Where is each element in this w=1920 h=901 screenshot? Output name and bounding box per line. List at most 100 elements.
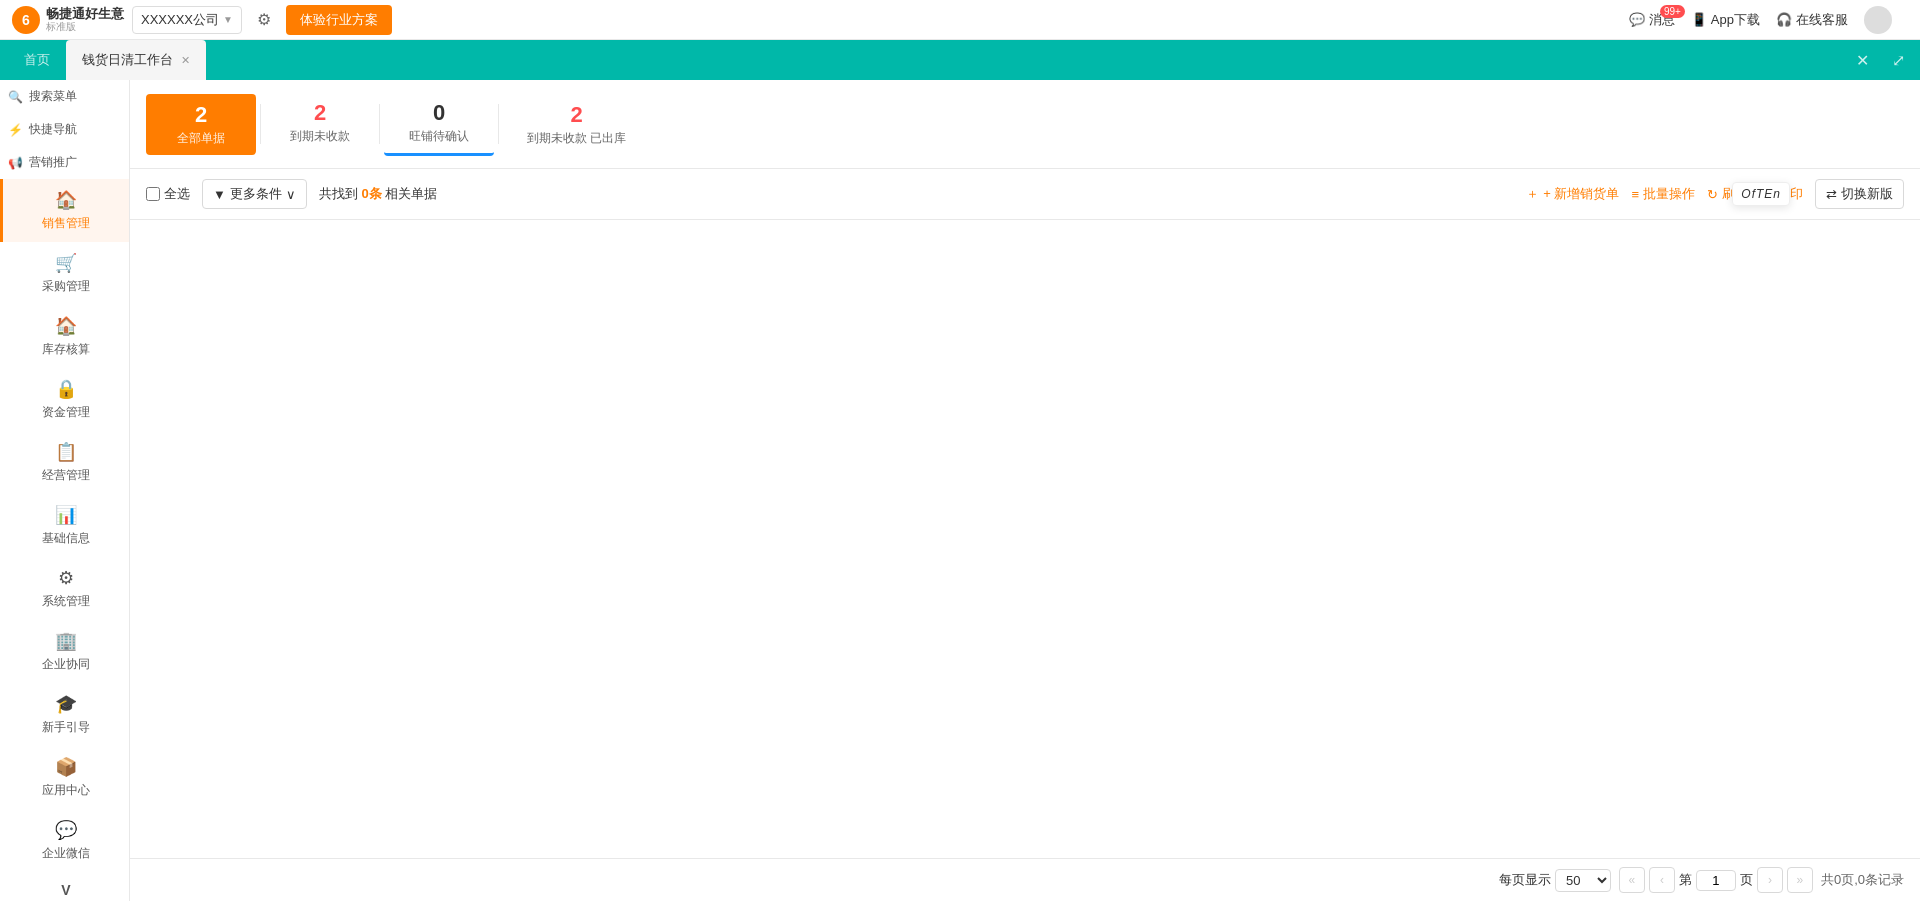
add-sales-order-button[interactable]: ＋ + 新增销货单 — [1526, 185, 1619, 203]
page-suffix: 页 — [1740, 871, 1753, 889]
filter-label: 更多条件 — [230, 185, 282, 203]
guide-label: 新手引导 — [42, 719, 90, 736]
logo-icon: 6 — [12, 6, 40, 34]
stat-label-overdue: 到期未收款 — [290, 128, 350, 145]
sidebar-item-stock[interactable]: 🏠 库存核算 — [0, 305, 129, 368]
last-page-button[interactable]: » — [1787, 867, 1813, 893]
app-title: 畅捷通好生意 — [46, 6, 124, 22]
page-label: 第 — [1679, 871, 1692, 889]
sidebar-item-system[interactable]: ⚙ 系统管理 — [0, 557, 129, 620]
top-bar: 6 畅捷通好生意 标准版 XXXXXX公司 ▼ ⚙ 体验行业方案 💬 消息 99… — [0, 0, 1920, 40]
stock-icon: 🏠 — [55, 315, 77, 337]
stat-divider-2 — [379, 104, 380, 144]
coop-icon: 🏢 — [55, 630, 77, 652]
batch-operation-button[interactable]: ≡ 批量操作 — [1631, 185, 1695, 203]
top-bar-left: 6 畅捷通好生意 标准版 XXXXXX公司 ▼ ⚙ 体验行业方案 — [12, 5, 392, 35]
manage-icon: 📋 — [55, 441, 77, 463]
sidebar-item-search[interactable]: 🔍 搜索菜单 — [0, 80, 129, 113]
switch-version-button[interactable]: ⇄ 切换新版 — [1815, 179, 1904, 209]
sidebar-item-wechat[interactable]: 💬 企业微信 — [0, 809, 129, 872]
toolbar: 全选 ▼ 更多条件 ∨ 共找到 0条 相关单据 ＋ + 新增销货单 — [130, 169, 1920, 220]
pagination-bar: 每页显示 50 20 100 « ‹ 第 页 › » 共0页,0条记录 — [130, 858, 1920, 901]
main-layout: 🔍 搜索菜单 ⚡ 快捷导航 📢 营销推广 🏠 销售管理 🛒 采购管理 🏠 库存核… — [0, 80, 1920, 901]
tab-bar-actions: ✕ ⤢ — [1848, 46, 1912, 74]
page-navigation: « ‹ 第 页 › » — [1619, 867, 1813, 893]
table-area — [130, 220, 1920, 858]
stat-label-all: 全部单据 — [177, 130, 225, 147]
purchase-icon: 🛒 — [55, 252, 77, 274]
quick-nav-label: 快捷导航 — [29, 121, 77, 138]
tab-close-btn[interactable]: ✕ — [1848, 46, 1876, 74]
page-total-text: 共0页,0条记录 — [1821, 871, 1904, 889]
search-icon: 🔍 — [8, 90, 23, 104]
first-page-button[interactable]: « — [1619, 867, 1645, 893]
message-area[interactable]: 💬 消息 99+ — [1629, 11, 1675, 29]
stat-tab-overdue[interactable]: 2 到期未收款 — [265, 92, 375, 156]
page-number-input[interactable] — [1696, 870, 1736, 891]
sales-icon: 🏠 — [55, 189, 77, 211]
tab-workbench[interactable]: 钱货日清工作台 ✕ — [66, 40, 206, 80]
finance-icon: 🔒 — [55, 378, 77, 400]
logo-text: 畅捷通好生意 标准版 — [46, 6, 124, 34]
online-service-link[interactable]: 🎧 在线客服 — [1776, 11, 1848, 29]
user-avatar[interactable] — [1864, 6, 1892, 34]
stat-tab-overdue2[interactable]: 2 到期未收款 已出库 — [503, 94, 650, 155]
tab-home[interactable]: 首页 — [8, 40, 66, 80]
stat-tab-all[interactable]: 2 全部单据 — [146, 94, 256, 155]
sidebar-item-purchase[interactable]: 🛒 采购管理 — [0, 242, 129, 305]
phone-icon: 📱 — [1691, 12, 1707, 27]
sidebar-item-quick-nav[interactable]: ⚡ 快捷导航 — [0, 113, 129, 146]
switch-label: 切换新版 — [1841, 185, 1893, 203]
appcenter-icon: 📦 — [55, 756, 77, 778]
stats-tabs: 2 全部单据 2 到期未收款 0 旺铺待确认 2 到期未收款 已出库 — [130, 80, 1920, 169]
tab-expand-btn[interactable]: ⤢ — [1884, 46, 1912, 74]
add-btn-label: + 新增销货单 — [1543, 185, 1619, 203]
page-size-select: 每页显示 50 20 100 — [1499, 869, 1611, 892]
tab-workbench-label: 钱货日清工作台 — [82, 51, 173, 69]
select-all-checkbox[interactable] — [146, 187, 160, 201]
select-all-text: 全选 — [164, 185, 190, 203]
select-all-label[interactable]: 全选 — [146, 185, 190, 203]
wechat-icon: 💬 — [55, 819, 77, 841]
filter-button[interactable]: ▼ 更多条件 ∨ — [202, 179, 307, 209]
sidebar-item-sales[interactable]: 🏠 销售管理 — [0, 179, 129, 242]
system-label: 系统管理 — [42, 593, 90, 610]
company-selector[interactable]: XXXXXX公司 ▼ — [132, 6, 242, 34]
stat-tab-pending[interactable]: 0 旺铺待确认 — [384, 92, 494, 156]
appcenter-label: 应用中心 — [42, 782, 90, 799]
settings-icon[interactable]: ⚙ — [250, 6, 278, 34]
sidebar-item-appcenter[interactable]: 📦 应用中心 — [0, 746, 129, 809]
sidebar-item-marketing[interactable]: 📢 营销推广 — [0, 146, 129, 179]
sidebar-item-coop[interactable]: 🏢 企业协同 — [0, 620, 129, 683]
plus-icon: ＋ — [1526, 185, 1539, 203]
purchase-label: 采购管理 — [42, 278, 90, 295]
wechat-label: 企业微信 — [42, 845, 90, 862]
page-size-dropdown[interactable]: 50 20 100 — [1555, 869, 1611, 892]
tab-close-icon[interactable]: ✕ — [181, 54, 190, 67]
sidebar-item-manage[interactable]: 📋 经营管理 — [0, 431, 129, 494]
quick-nav-icon: ⚡ — [8, 123, 23, 137]
app-download-link[interactable]: 📱 App下载 — [1691, 11, 1760, 29]
sidebar-item-basic[interactable]: 📊 基础信息 — [0, 494, 129, 557]
result-prefix: 共找到 — [319, 186, 358, 201]
coop-label: 企业协同 — [42, 656, 90, 673]
sidebar-item-finance[interactable]: 🔒 资金管理 — [0, 368, 129, 431]
finance-label: 资金管理 — [42, 404, 90, 421]
top-bar-right: 💬 消息 99+ 📱 App下载 🎧 在线客服 — [1629, 6, 1908, 34]
marketing-label: 营销推广 — [29, 154, 77, 171]
chevron-down-icon: ▼ — [223, 14, 233, 25]
sidebar-item-member[interactable]: V 畅会员 — [0, 872, 129, 901]
stat-divider-3 — [498, 104, 499, 144]
next-page-button[interactable]: › — [1757, 867, 1783, 893]
basic-label: 基础信息 — [42, 530, 90, 547]
trial-button[interactable]: 体验行业方案 — [286, 5, 392, 35]
sidebar: 🔍 搜索菜单 ⚡ 快捷导航 📢 营销推广 🏠 销售管理 🛒 采购管理 🏠 库存核… — [0, 80, 130, 901]
content-area: 2 全部单据 2 到期未收款 0 旺铺待确认 2 到期未收款 已出库 — [130, 80, 1920, 901]
prev-page-button[interactable]: ‹ — [1649, 867, 1675, 893]
tab-bar: 首页 钱货日清工作台 ✕ ✕ ⤢ — [0, 40, 1920, 80]
headset-icon: 🎧 — [1776, 12, 1792, 27]
stat-label-pending: 旺铺待确认 — [409, 128, 469, 145]
sidebar-item-guide[interactable]: 🎓 新手引导 — [0, 683, 129, 746]
stat-count-overdue: 2 — [314, 100, 326, 126]
guide-icon: 🎓 — [55, 693, 77, 715]
